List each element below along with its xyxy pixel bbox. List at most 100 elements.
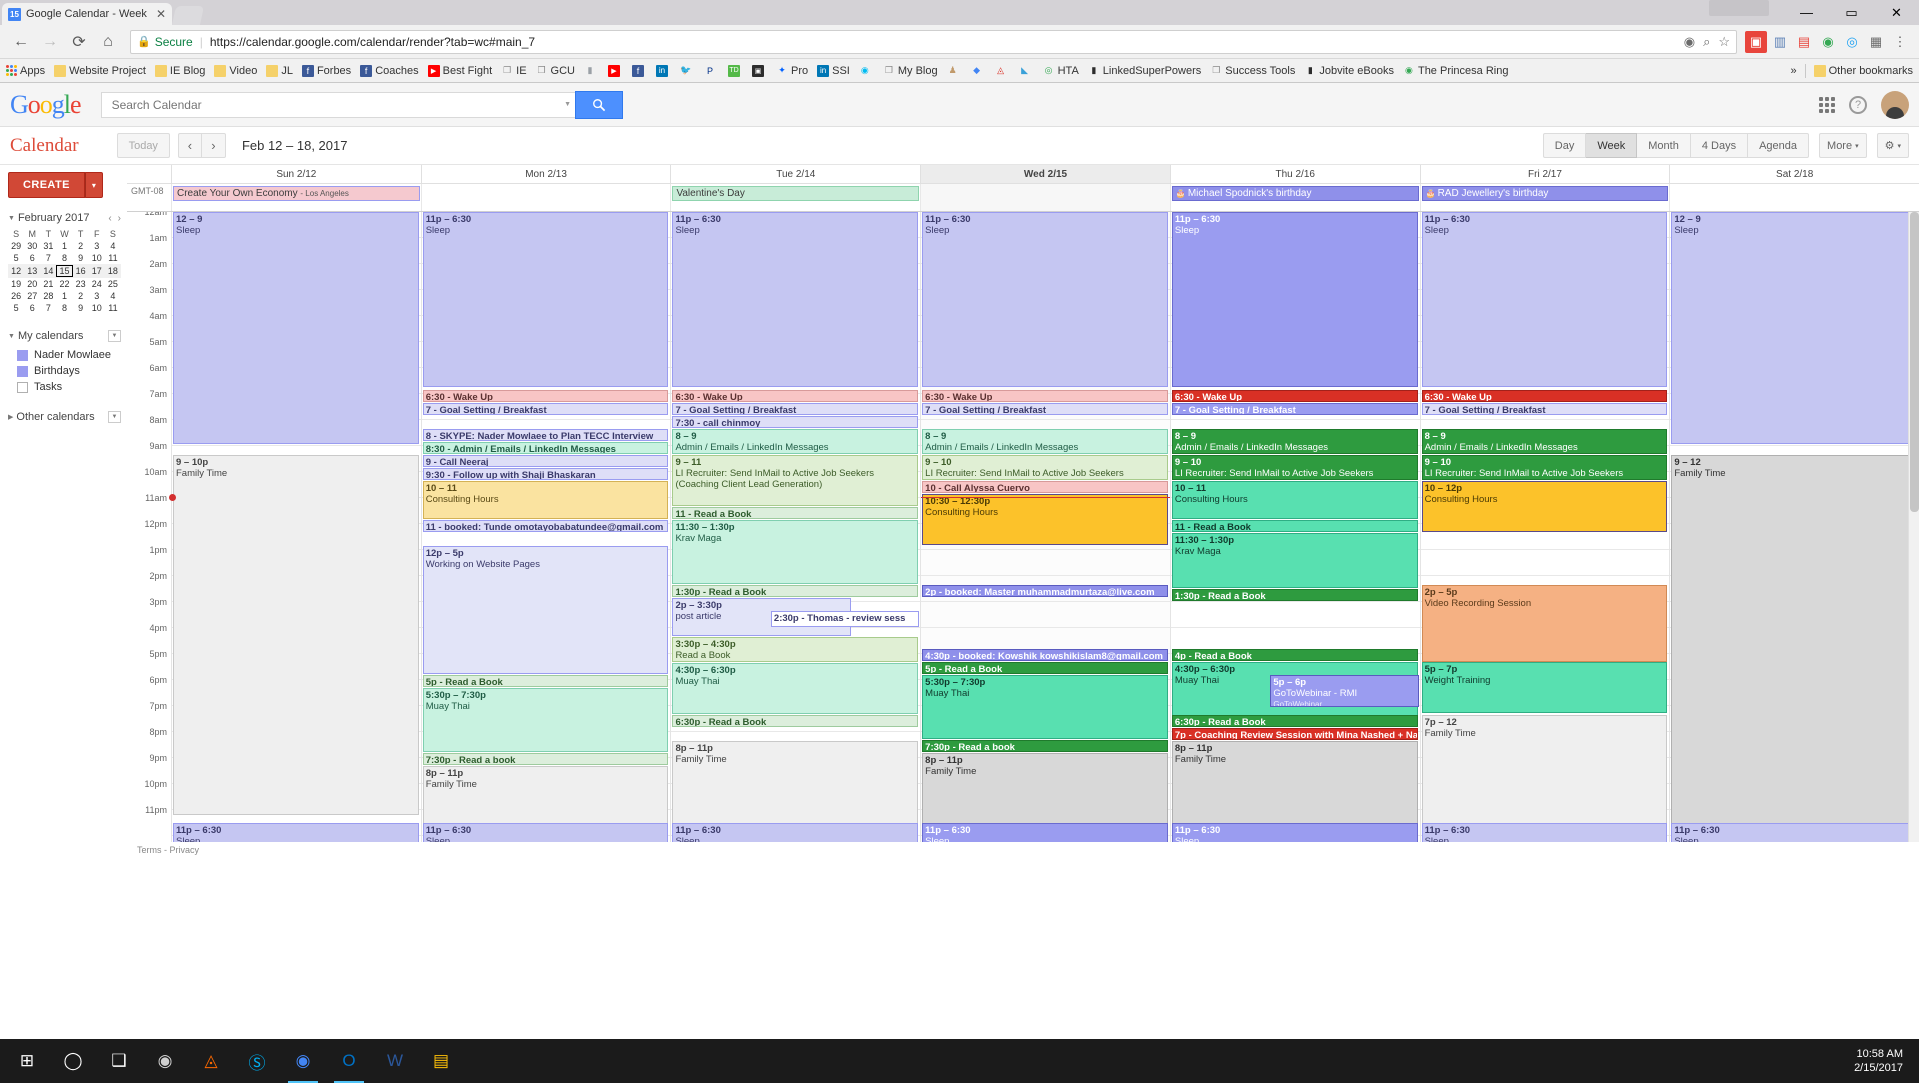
day-header-sun[interactable]: Sun 2/12 (171, 165, 421, 183)
mini-day[interactable]: 6 (24, 302, 40, 314)
create-dropdown-icon[interactable]: ▾ (85, 172, 103, 198)
calendar-event[interactable]: 7:30 - call chinmoy (672, 416, 918, 428)
mini-day[interactable]: 19 (8, 278, 24, 290)
mini-day[interactable]: 8 (56, 302, 72, 314)
calendar-event[interactable]: 11p – 6:30Sleep (922, 823, 1168, 842)
other-calendars-menu-icon[interactable]: ▼ (108, 411, 121, 423)
calendar-event[interactable]: 6:30 - Wake Up (1422, 390, 1668, 402)
mini-day[interactable]: 13 (24, 264, 40, 278)
allday-cell-wed[interactable] (920, 184, 1170, 211)
day-column-sat[interactable]: 12 – 9Sleep9 – 12Family Time11p – 6:30Sl… (1669, 212, 1919, 842)
calendar-event[interactable]: 9:30 - Follow up with Shaji Bhaskaran (423, 468, 669, 480)
bookmark-website-project[interactable]: Website Project (54, 65, 146, 77)
calendar-event[interactable]: 11p – 6:30Sleep (922, 212, 1168, 387)
day-header-wed[interactable]: Wed 2/15 (920, 165, 1170, 183)
calendar-event[interactable]: 10 – 11Consulting Hours (423, 481, 669, 519)
calendar-event[interactable]: 6:30p - Read a Book (1172, 715, 1418, 727)
day-column-wed[interactable]: 11p – 6:30Sleep6:30 - Wake Up7 - Goal Se… (920, 212, 1170, 842)
extension-icon-4[interactable]: ◉ (1817, 31, 1839, 53)
close-window-icon[interactable]: ✕ (1874, 0, 1919, 25)
mini-day[interactable]: 7 (40, 252, 56, 264)
bookmark-jl[interactable]: JL (266, 65, 293, 77)
bookmark-youtube[interactable]: ▶ (608, 65, 623, 77)
calendar-event[interactable]: 10 - Call Alyssa Cuervo (922, 481, 1168, 493)
day-column-mon[interactable]: 11p – 6:30Sleep6:30 - Wake Up7 - Goal Se… (421, 212, 671, 842)
next-week-button[interactable]: › (202, 133, 226, 158)
calendar-event[interactable]: 1:30p - Read a Book (672, 585, 918, 597)
allday-cell-thu[interactable]: 🎂Michael Spodnick's birthday (1170, 184, 1420, 211)
flame-app-icon[interactable]: ◬ (188, 1039, 234, 1083)
question-icon[interactable]: ? (1849, 96, 1867, 114)
calendar-event[interactable]: 7 - Goal Setting / Breakfast (1422, 403, 1668, 415)
day-header-tue[interactable]: Tue 2/14 (670, 165, 920, 183)
calendar-event[interactable]: 7 - Goal Setting / Breakfast (1172, 403, 1418, 415)
mini-day[interactable]: 28 (40, 290, 56, 302)
calendar-event[interactable]: 5:30p – 7:30pMuay Thai (922, 675, 1168, 739)
mini-day[interactable]: 8 (56, 252, 72, 264)
calendar-event[interactable]: 8 – 9Admin / Emails / LinkedIn Messages (672, 429, 918, 454)
mini-day[interactable]: 21 (40, 278, 56, 290)
extension-icon-6[interactable]: ▦ (1865, 31, 1887, 53)
calendar-event[interactable]: 4p - Read a Book (1172, 649, 1418, 661)
search-input[interactable] (101, 92, 561, 118)
calendar-event[interactable]: 9 – 11LI Recruiter: Send InMail to Activ… (672, 455, 918, 506)
calendar-event[interactable]: 10 – 12pConsulting Hours (1422, 481, 1668, 532)
calendar-event[interactable]: 11p – 6:30Sleep (1172, 823, 1418, 842)
mini-day[interactable]: 12 (8, 264, 24, 278)
calendar-event[interactable]: 6:30 - Wake Up (672, 390, 918, 402)
day-header-thu[interactable]: Thu 2/16 (1170, 165, 1420, 183)
extension-icon-5[interactable]: ◎ (1841, 31, 1863, 53)
calendar-event[interactable]: 6:30p - Read a Book (672, 715, 918, 727)
mini-day[interactable]: 2 (73, 290, 89, 302)
calendar-event[interactable]: 7:30p - Read a book (423, 753, 669, 765)
calendar-event[interactable]: 11p – 6:30Sleep (423, 212, 669, 387)
bookmark-pro[interactable]: ✦Pro (776, 65, 808, 77)
bookmark-hta[interactable]: ◎HTA (1043, 65, 1079, 77)
bookmark-person[interactable]: ♟ (947, 65, 962, 77)
search-button[interactable] (575, 91, 623, 119)
search-options-caret-icon[interactable]: ▼ (561, 92, 575, 118)
calendar-event[interactable]: 6:30 - Wake Up (922, 390, 1168, 402)
bookmark-video[interactable]: Video (214, 65, 257, 77)
mini-day[interactable]: 4 (105, 240, 121, 252)
mini-day[interactable]: 5 (8, 252, 24, 264)
chrome-menu-icon[interactable]: ⋮ (1889, 31, 1911, 53)
mini-day[interactable]: 20 (24, 278, 40, 290)
calendar-event[interactable]: 3:30p – 4:30pRead a Book (672, 637, 918, 662)
explorer-icon[interactable]: ▤ (418, 1039, 464, 1083)
skype-icon[interactable]: Ⓢ (234, 1039, 280, 1083)
mini-day[interactable]: 27 (24, 290, 40, 302)
mini-day[interactable]: 3 (89, 240, 105, 252)
calendar-event[interactable]: 4:30p - booked: Kowshik kowshikislam8@gm… (922, 649, 1168, 661)
cortana-search-icon[interactable]: ◯ (50, 1039, 96, 1083)
user-avatar[interactable] (1881, 91, 1909, 119)
allday-cell-sun[interactable]: Create Your Own Economy - Los Angeles (171, 184, 421, 211)
bookmarks-overflow[interactable]: » Other bookmarks (1791, 64, 1914, 78)
scrollbar-thumb[interactable] (1910, 212, 1919, 512)
word-icon[interactable]: W (372, 1039, 418, 1083)
view-day-button[interactable]: Day (1543, 133, 1587, 158)
camera-icon[interactable]: ◉ (142, 1039, 188, 1083)
mini-day[interactable]: 29 (8, 240, 24, 252)
create-button[interactable]: CREATE (8, 172, 85, 198)
calendar-event[interactable]: 1:30p - Read a Book (1172, 589, 1418, 601)
calendar-event[interactable]: 9 – 10LI Recruiter: Send InMail to Activ… (922, 455, 1168, 480)
account-pill[interactable] (1709, 0, 1769, 16)
day-header-mon[interactable]: Mon 2/13 (421, 165, 671, 183)
task-view-icon[interactable]: ❑ (96, 1039, 142, 1083)
calendar-event[interactable]: 5p - Read a Book (922, 662, 1168, 674)
calendar-event[interactable]: 11p – 6:30Sleep (672, 212, 918, 387)
all-day-event[interactable]: Create Your Own Economy - Los Angeles (173, 186, 420, 201)
calendar-event[interactable]: 9 – 12Family Time (1671, 455, 1917, 842)
maximize-icon[interactable]: ▭ (1829, 0, 1874, 25)
calendar-event[interactable]: 11p – 6:30Sleep (1422, 823, 1668, 842)
calendar-event[interactable]: 11p – 6:30Sleep (1671, 823, 1917, 842)
bookmark-square[interactable]: ▣ (752, 65, 767, 77)
calendar-item-nader-mowlaee[interactable]: Nader Mowlaee (8, 347, 121, 363)
bookmark-facebook[interactable]: f (632, 65, 647, 77)
bookmark-linkedsuperpowers[interactable]: ▮LinkedSuperPowers (1088, 65, 1201, 77)
calendar-event[interactable]: 11p – 6:30Sleep (1422, 212, 1668, 387)
mini-day[interactable]: 24 (89, 278, 105, 290)
outlook-icon[interactable]: O (326, 1039, 372, 1083)
bookmark-apps[interactable]: Apps (6, 65, 45, 77)
